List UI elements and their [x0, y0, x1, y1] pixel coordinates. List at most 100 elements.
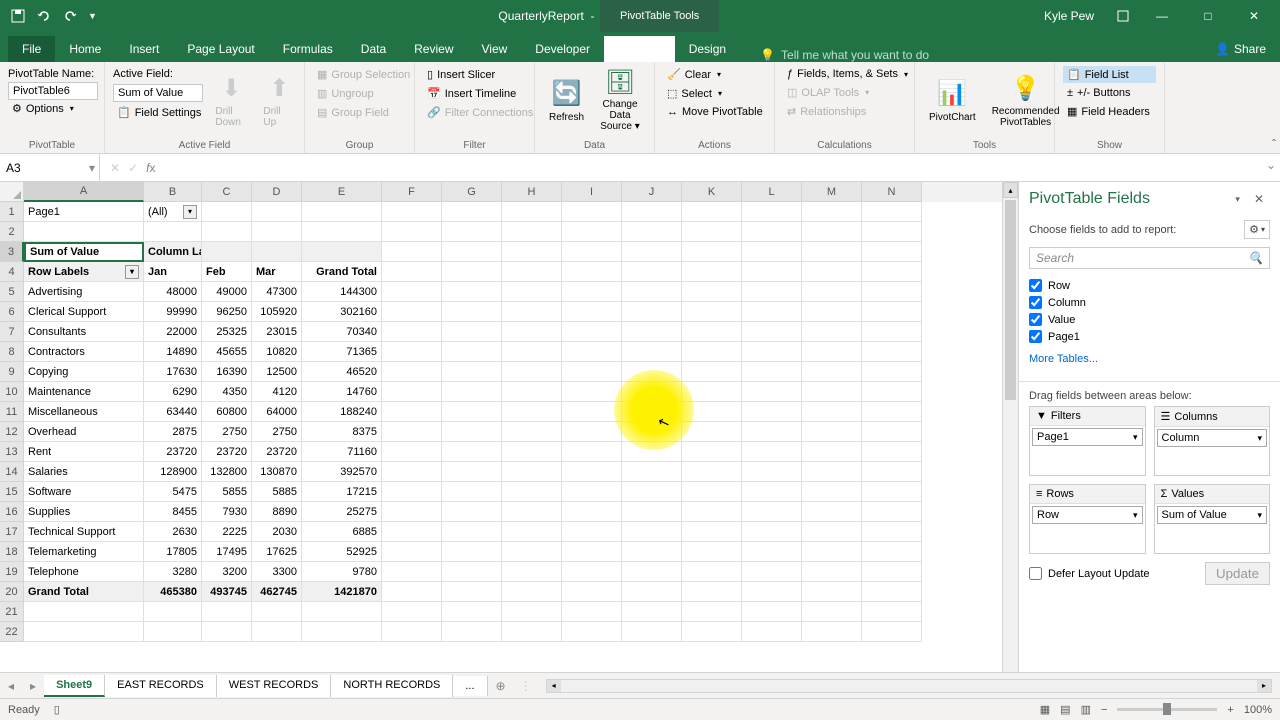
cell[interactable]	[802, 442, 862, 462]
tab-insert[interactable]: Insert	[115, 36, 173, 62]
cell[interactable]	[622, 322, 682, 342]
cell[interactable]	[502, 262, 562, 282]
cell[interactable]	[382, 582, 442, 602]
cell[interactable]: 96250	[202, 302, 252, 322]
cell[interactable]	[622, 222, 682, 242]
view-page-layout-icon[interactable]: ▤	[1060, 703, 1070, 716]
cell[interactable]	[862, 342, 922, 362]
cell[interactable]	[562, 402, 622, 422]
cell[interactable]: 130870	[252, 462, 302, 482]
maximize-button[interactable]: □	[1186, 0, 1230, 32]
minimize-button[interactable]: —	[1140, 0, 1184, 32]
rows-area-item[interactable]: Row▾	[1032, 506, 1143, 524]
field-checkbox-item[interactable]: Row	[1029, 277, 1270, 294]
cell[interactable]: 25325	[202, 322, 252, 342]
cell[interactable]: 22000	[144, 322, 202, 342]
save-icon[interactable]	[10, 8, 26, 24]
row-header[interactable]: 19	[0, 562, 24, 582]
cell[interactable]: 60800	[202, 402, 252, 422]
cell[interactable]: Grand Total	[24, 582, 144, 602]
cell[interactable]	[442, 482, 502, 502]
cell[interactable]	[442, 582, 502, 602]
tab-design[interactable]: Design	[675, 36, 740, 62]
column-header[interactable]: I	[562, 182, 622, 202]
cell[interactable]: 5475	[144, 482, 202, 502]
change-data-source-button[interactable]: 🗄Change DataSource ▾	[594, 66, 646, 134]
drill-up-button[interactable]: ⬆Drill Up	[257, 66, 301, 134]
cell[interactable]: 2030	[252, 522, 302, 542]
cell[interactable]	[144, 602, 202, 622]
cell[interactable]	[442, 622, 502, 642]
cell[interactable]	[802, 582, 862, 602]
cell[interactable]	[562, 482, 622, 502]
sheet-tab[interactable]: EAST RECORDS	[105, 675, 217, 697]
more-tables-link[interactable]: More Tables...	[1019, 347, 1280, 371]
cell[interactable]	[382, 322, 442, 342]
cell[interactable]: 17495	[202, 542, 252, 562]
row-header[interactable]: 20	[0, 582, 24, 602]
cell[interactable]	[742, 462, 802, 482]
cell[interactable]: Advertising	[24, 282, 144, 302]
cell[interactable]	[682, 282, 742, 302]
view-normal-icon[interactable]: ▦	[1040, 703, 1050, 716]
cell[interactable]	[742, 282, 802, 302]
cell[interactable]: Jan	[144, 262, 202, 282]
cell[interactable]: Consultants	[24, 322, 144, 342]
cell[interactable]	[302, 242, 382, 262]
cell[interactable]: 14760	[302, 382, 382, 402]
name-box[interactable]: A3▾	[0, 154, 100, 181]
cell[interactable]	[682, 522, 742, 542]
column-header[interactable]: J	[622, 182, 682, 202]
cell[interactable]	[862, 442, 922, 462]
filter-dropdown-icon[interactable]: ▾	[125, 265, 139, 279]
zoom-out-button[interactable]: −	[1101, 704, 1107, 716]
cell[interactable]	[442, 382, 502, 402]
row-header[interactable]: 12	[0, 422, 24, 442]
cell[interactable]	[502, 502, 562, 522]
column-header[interactable]: N	[862, 182, 922, 202]
row-header[interactable]: 5	[0, 282, 24, 302]
cell[interactable]: 71365	[302, 342, 382, 362]
cell[interactable]: 2630	[144, 522, 202, 542]
ribbon-options-icon[interactable]	[1108, 9, 1138, 23]
group-field-button[interactable]: ▤Group Field	[313, 104, 406, 121]
enter-formula-icon[interactable]: ✓	[128, 161, 138, 175]
cell[interactable]: 63440	[144, 402, 202, 422]
cell[interactable]: 14890	[144, 342, 202, 362]
fields-layout-button[interactable]: ⚙▾	[1244, 220, 1270, 239]
refresh-button[interactable]: 🔄Refresh	[543, 66, 590, 134]
cell[interactable]	[252, 622, 302, 642]
cell[interactable]	[382, 362, 442, 382]
cell[interactable]	[562, 522, 622, 542]
cell[interactable]	[442, 302, 502, 322]
rows-area[interactable]: ≡Rows Row▾	[1029, 484, 1146, 554]
cell[interactable]	[862, 622, 922, 642]
cell[interactable]	[622, 622, 682, 642]
cell[interactable]	[742, 302, 802, 322]
cell[interactable]: (All)▾	[144, 202, 202, 222]
cell[interactable]	[442, 442, 502, 462]
cell[interactable]	[442, 422, 502, 442]
cell[interactable]	[562, 502, 622, 522]
cell[interactable]: 5885	[252, 482, 302, 502]
cell[interactable]	[252, 222, 302, 242]
cell[interactable]	[442, 342, 502, 362]
cell[interactable]	[802, 622, 862, 642]
cell[interactable]: Salaries	[24, 462, 144, 482]
cell[interactable]	[742, 342, 802, 362]
cell[interactable]	[742, 542, 802, 562]
row-header[interactable]: 17	[0, 522, 24, 542]
cell[interactable]: Clerical Support	[24, 302, 144, 322]
tab-home[interactable]: Home	[55, 36, 115, 62]
cell[interactable]: Telephone	[24, 562, 144, 582]
cancel-formula-icon[interactable]: ✕	[110, 161, 120, 175]
cell[interactable]: Feb	[202, 262, 252, 282]
cell[interactable]	[442, 562, 502, 582]
cell[interactable]	[622, 382, 682, 402]
cell[interactable]	[622, 522, 682, 542]
row-header[interactable]: 21	[0, 602, 24, 622]
tab-developer[interactable]: Developer	[521, 36, 604, 62]
cell[interactable]	[802, 322, 862, 342]
cell[interactable]	[442, 522, 502, 542]
cell[interactable]	[802, 542, 862, 562]
